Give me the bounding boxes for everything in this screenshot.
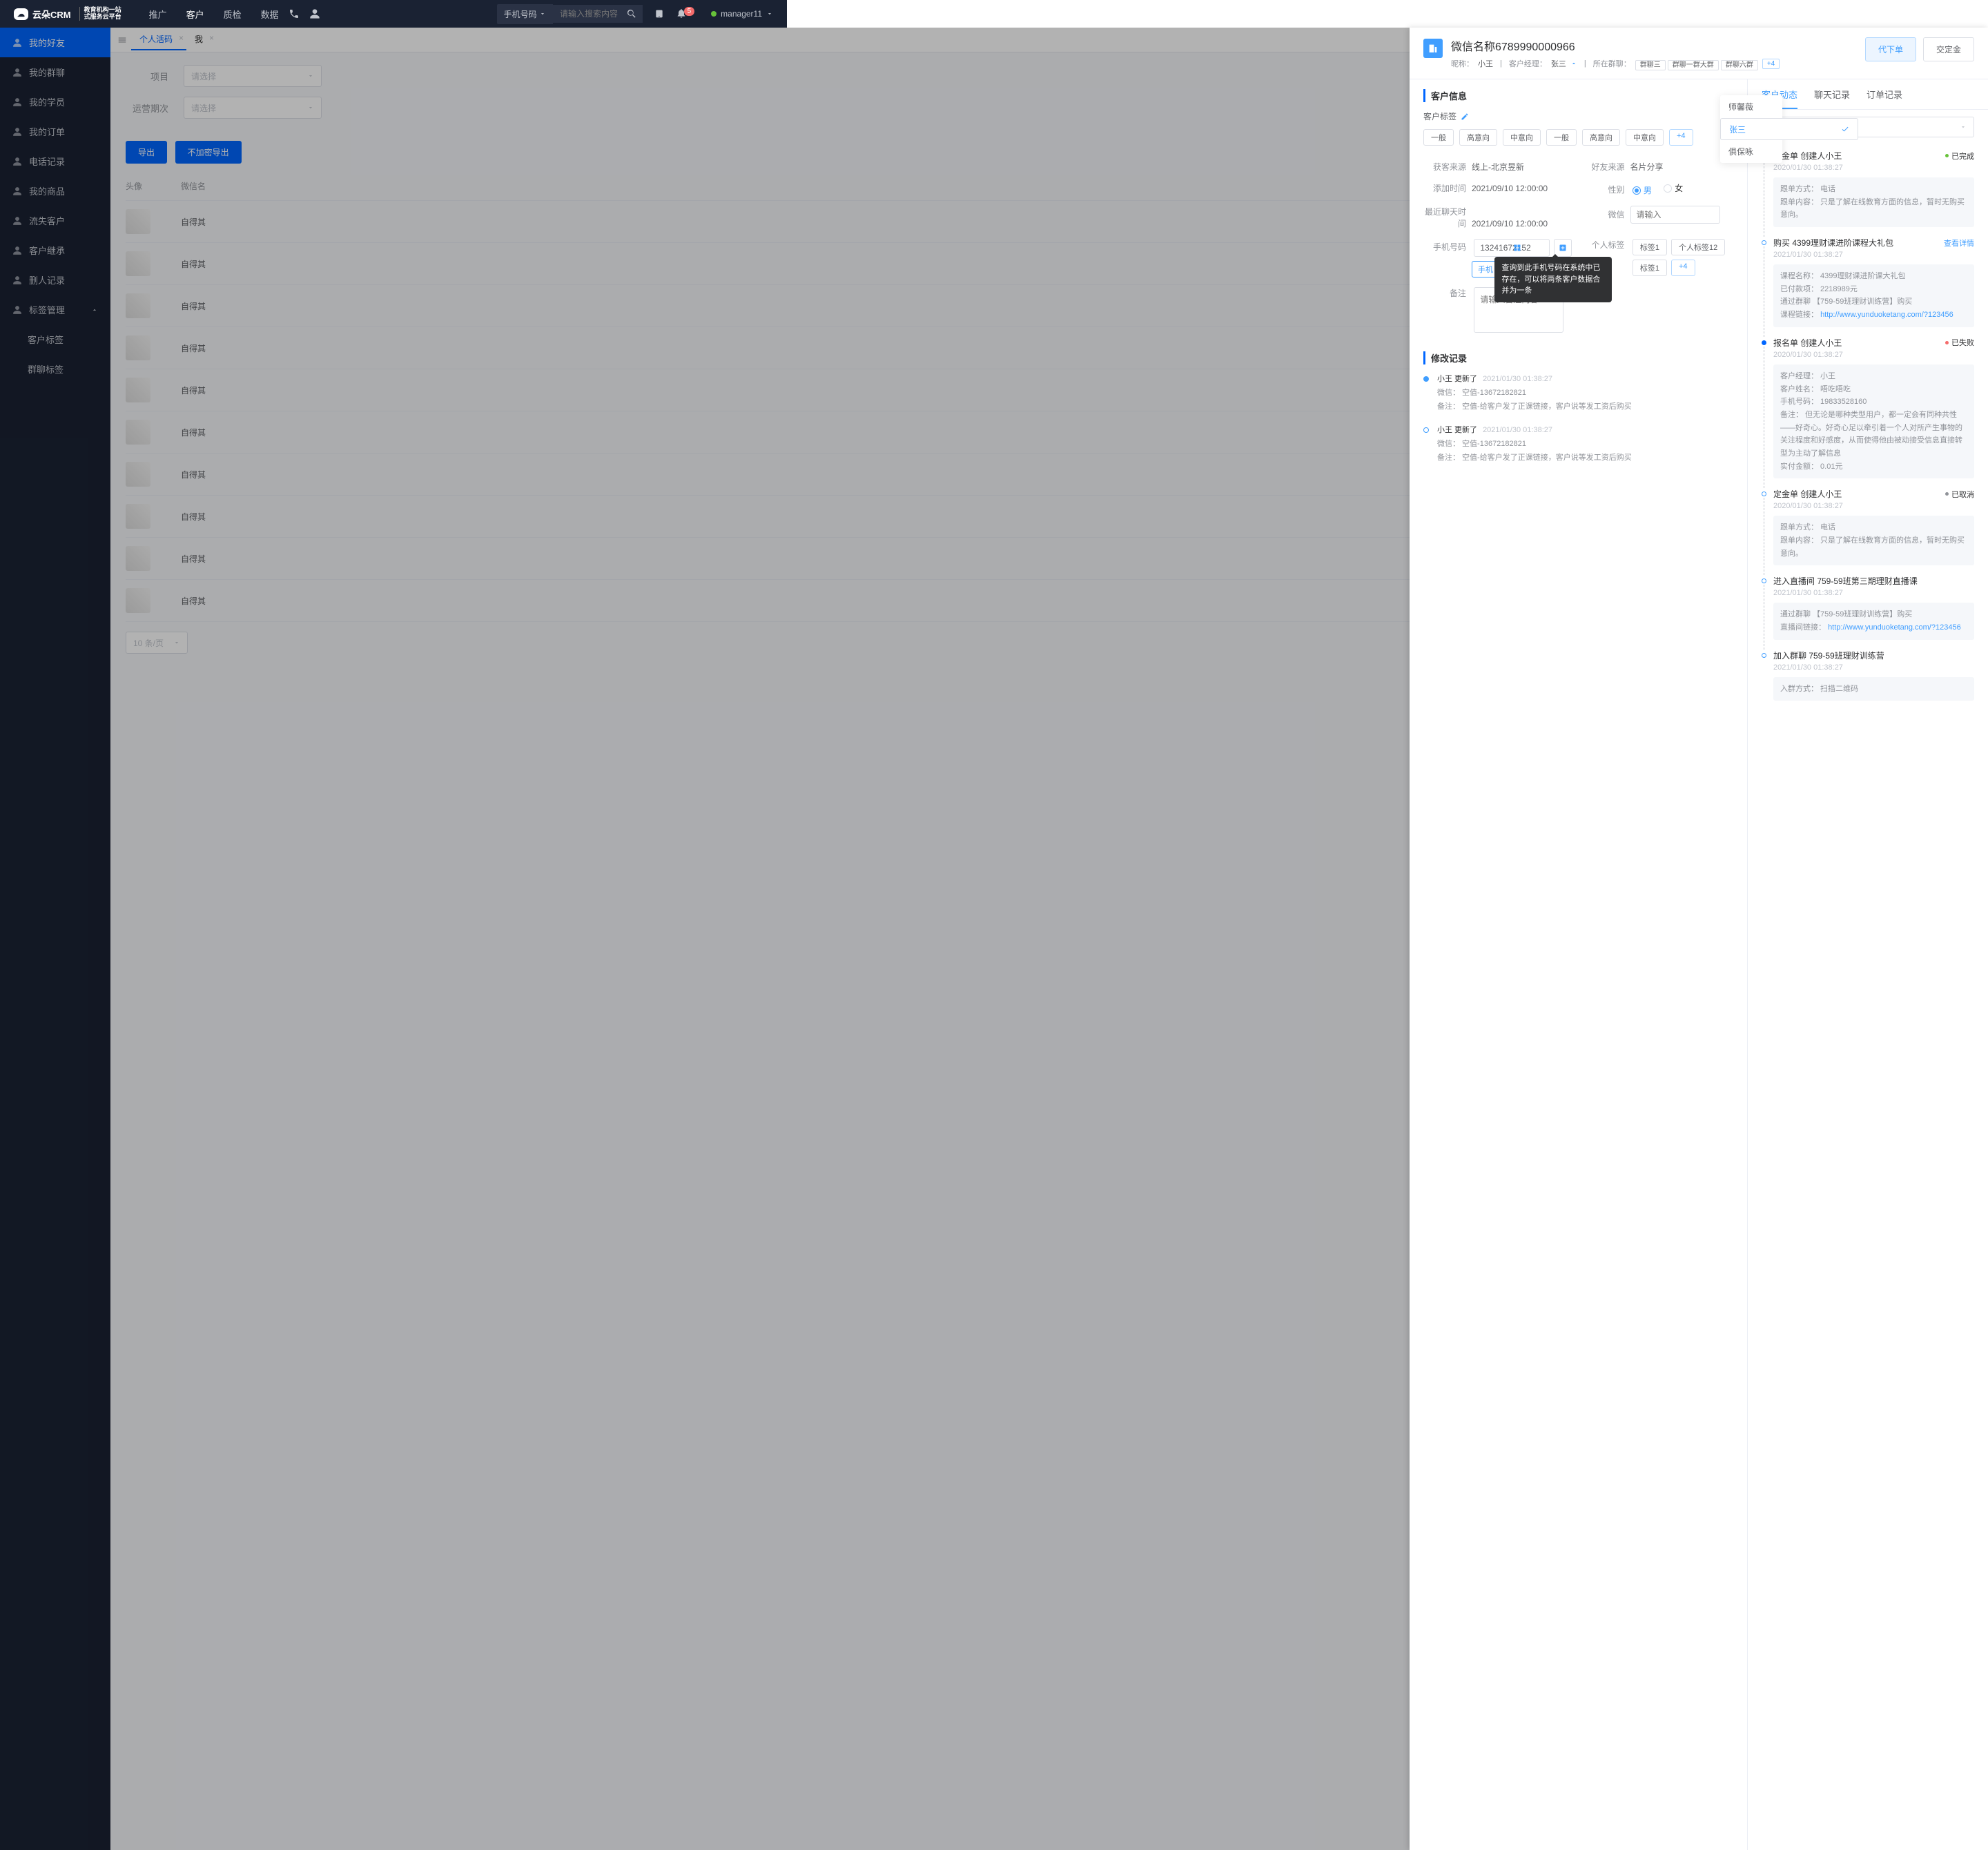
timeline-item: 定金单 创建人小王已取消2020/01/30 01:38:27跟单方式： 电话跟… xyxy=(1762,488,1974,565)
status-dot-icon xyxy=(711,11,717,17)
user-icon[interactable] xyxy=(309,8,320,19)
search-icon[interactable] xyxy=(626,8,637,19)
timeline-item: 进入直播间 759-59班第三期理财直播课2021/01/30 01:38:27… xyxy=(1762,575,1974,639)
gender-male-radio[interactable]: 男 xyxy=(1633,184,1652,196)
section-history: 修改记录 xyxy=(1423,351,1733,364)
friend-source-value: 名片分享 xyxy=(1630,162,1664,172)
customer-tag[interactable]: 一般 xyxy=(1423,129,1454,146)
chevron-up-icon[interactable] xyxy=(1570,60,1577,67)
history-item: 小王 更新了2021/01/30 01:38:27微信： 空值-13672182… xyxy=(1423,424,1733,463)
timeline-item: 加入群聊 759-59班理财训练营2021/01/30 01:38:27入群方式… xyxy=(1762,650,1974,701)
device-icon[interactable] xyxy=(654,8,665,19)
customer-panel: 微信名称6789990000966 昵称：小王 | 客户经理：张三 | 所在群聊… xyxy=(1410,28,1988,1850)
view-detail-link[interactable]: 查看详情 xyxy=(1944,237,1974,249)
brand-sub: 教育机构一站 式服务云平台 xyxy=(79,7,121,21)
wechat-input[interactable] xyxy=(1630,206,1720,224)
history-item: 小王 更新了2021/01/30 01:38:27微信： 空值-13672182… xyxy=(1423,373,1733,411)
timeline-dot-icon xyxy=(1762,578,1766,583)
url-link[interactable]: http://www.yunduoketang.com/?123456 xyxy=(1828,623,1961,632)
timeline-dot-icon xyxy=(1762,491,1766,496)
notification-badge: 5 xyxy=(684,7,695,16)
last-chat-value: 2021/09/10 12:00:00 xyxy=(1472,219,1548,228)
customer-tag[interactable]: 一般 xyxy=(1546,129,1577,146)
personal-tag[interactable]: 标签1 xyxy=(1633,239,1667,255)
brand-logo: ☁ 云朵CRM 教育机构一站 式服务云平台 xyxy=(14,7,121,21)
nickname: 小王 xyxy=(1478,58,1493,69)
search-type-select[interactable]: 手机号码 xyxy=(497,4,553,24)
personal-tag[interactable]: 标签1 xyxy=(1633,260,1667,276)
panel-title: 微信名称6789990000966 xyxy=(1451,37,1780,54)
top-nav-item[interactable]: 数据 xyxy=(261,8,279,21)
timeline-dot-icon xyxy=(1762,240,1766,245)
building-icon xyxy=(1423,39,1443,58)
group-tag[interactable]: 群聊六群 xyxy=(1721,60,1758,70)
customer-tag[interactable]: 高意向 xyxy=(1459,129,1497,146)
add-time-value: 2021/09/10 12:00:00 xyxy=(1472,184,1548,193)
top-nav-item[interactable]: 推广 xyxy=(149,8,167,21)
timeline-item: 报名单 创建人小王已失败2020/01/30 01:38:27客户经理： 小王客… xyxy=(1762,337,1974,479)
timeline-item: 购买 4399理财课进阶课程大礼包查看详情2021/01/30 01:38:27… xyxy=(1762,237,1974,327)
manager-select[interactable]: 张三 xyxy=(1551,58,1566,69)
chevron-down-icon xyxy=(539,10,546,17)
customer-tag[interactable]: 中意向 xyxy=(1503,129,1541,146)
url-link[interactable]: http://www.yunduoketang.com/?123456 xyxy=(1820,311,1953,319)
phone-lookup-icon[interactable] xyxy=(1508,239,1526,257)
manager-dropdown: 师馨薇张三俱保咏 xyxy=(1720,95,1782,163)
customer-tag[interactable]: 高意向 xyxy=(1582,129,1620,146)
timeline-item: 定金单 创建人小王已完成2020/01/30 01:38:27跟单方式： 电话跟… xyxy=(1762,150,1974,227)
edit-icon[interactable] xyxy=(1461,113,1469,121)
dropdown-option[interactable]: 师馨薇 xyxy=(1720,95,1782,118)
gender-female-radio[interactable]: 女 xyxy=(1664,182,1683,194)
tags-more[interactable]: +4 xyxy=(1669,129,1693,146)
brand-text: 云朵CRM xyxy=(32,8,71,21)
phone-icon[interactable] xyxy=(289,8,300,19)
personal-tag[interactable]: 个人标签12 xyxy=(1671,239,1725,255)
user-menu[interactable]: manager11 xyxy=(711,9,773,19)
group-tag[interactable]: 群聊一群大群 xyxy=(1668,60,1719,70)
top-nav-item[interactable]: 质检 xyxy=(224,8,242,21)
chevron-down-icon xyxy=(766,10,773,17)
activity-tab[interactable]: 聊天记录 xyxy=(1814,88,1850,109)
phone-tooltip: 查询到此手机号码在系统中已存在，可以将两条客户数据合并为一条 xyxy=(1494,257,1612,302)
dropdown-option[interactable]: 俱保咏 xyxy=(1720,140,1782,163)
timeline-dot-icon xyxy=(1762,653,1766,658)
tags-label: 客户标签 xyxy=(1423,110,1456,122)
source-value: 线上-北京昱新 xyxy=(1472,162,1524,172)
timeline-dot-icon xyxy=(1762,340,1766,345)
chevron-down-icon xyxy=(1960,124,1967,130)
customer-tag[interactable]: 中意向 xyxy=(1626,129,1664,146)
personal-tags-more[interactable]: +4 xyxy=(1671,260,1695,276)
section-customer-info: 客户信息 xyxy=(1423,89,1733,102)
dropdown-option[interactable]: 张三 xyxy=(1720,118,1858,140)
check-icon xyxy=(1841,125,1849,133)
groups-more[interactable]: +4 xyxy=(1762,59,1780,69)
place-order-button[interactable]: 代下单 xyxy=(1865,37,1916,61)
top-nav-item[interactable]: 客户 xyxy=(186,8,204,21)
group-tag[interactable]: 群聊三 xyxy=(1635,60,1666,70)
top-nav: 推广 客户 质检 数据 xyxy=(149,8,279,21)
activity-tab[interactable]: 订单记录 xyxy=(1867,88,1902,109)
deposit-button[interactable]: 交定金 xyxy=(1923,37,1974,61)
